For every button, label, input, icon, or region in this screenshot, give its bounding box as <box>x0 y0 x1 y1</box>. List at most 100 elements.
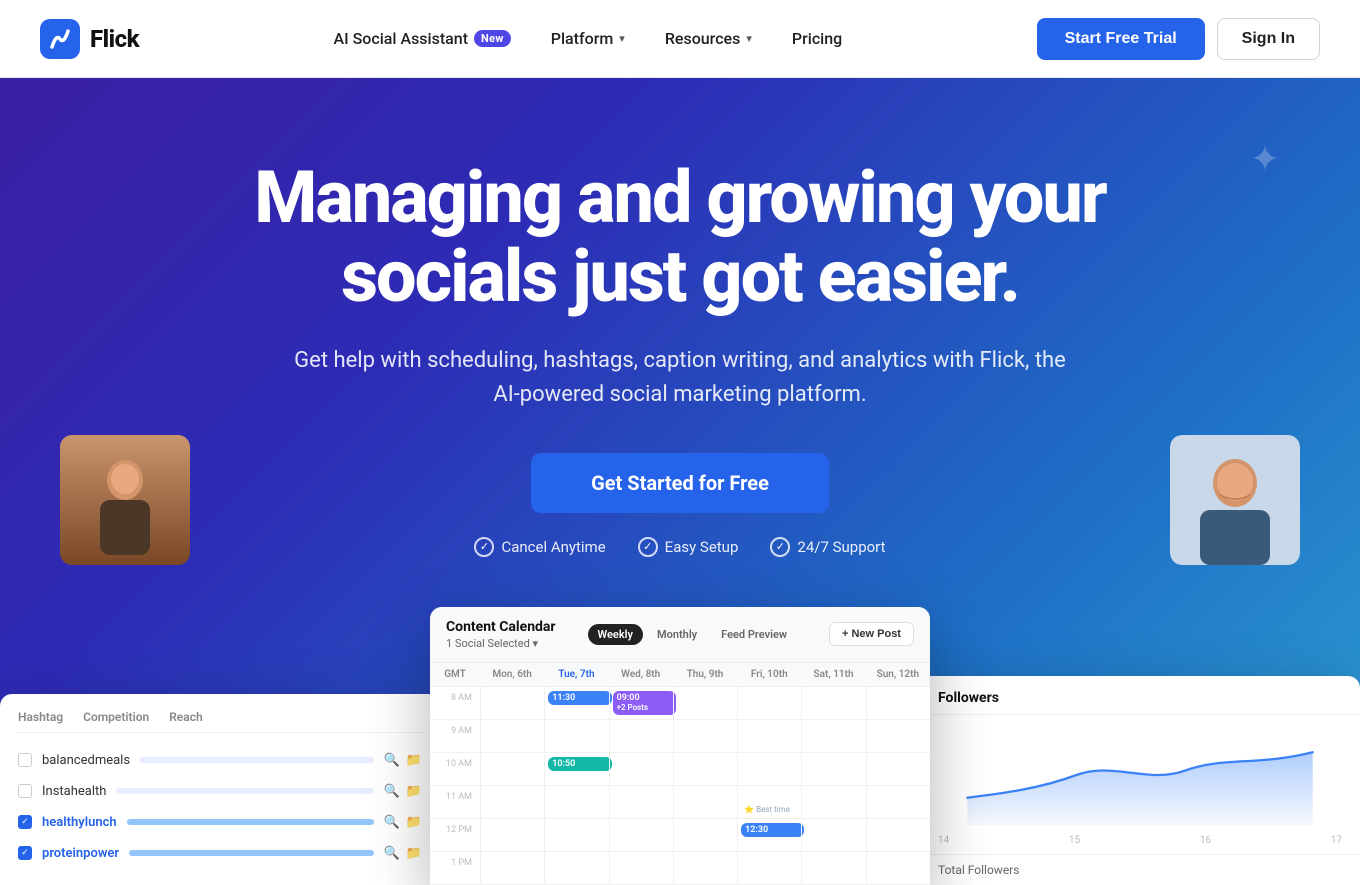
cal-cell-thu-11am <box>673 786 737 818</box>
calendar-tabs: Weekly Monthly Feed Preview <box>588 624 798 645</box>
hashtag-checkbox-3[interactable]: ✓ <box>18 815 32 829</box>
hashtag-bar-4 <box>129 850 374 856</box>
new-badge: New <box>474 30 511 47</box>
nav-label-platform: Platform <box>551 29 614 48</box>
cal-cell-fri-11am: ⭐ Best time <box>737 786 801 818</box>
calendar-topbar: Content Calendar 1 Social Selected ▾ Wee… <box>430 607 930 663</box>
cal-head-mon: Mon, 6th <box>480 663 544 686</box>
hashtag-checkbox-2[interactable] <box>18 784 32 798</box>
cal-time-label-10am: 10 AM <box>430 753 480 785</box>
nav-item-resources[interactable]: Resources ▾ <box>649 21 768 56</box>
cal-event-11-30[interactable]: 11:30 <box>548 691 611 705</box>
cal-event-10-50[interactable]: 10:50 <box>548 757 611 771</box>
cal-time-label-9am: 9 AM <box>430 720 480 752</box>
folder-icon-4[interactable]: 📁 <box>406 846 422 861</box>
hero-screenshots: Hashtag Competition Reach balancedmeals … <box>0 607 1360 885</box>
decorative-cross-icon: ✦ <box>1250 138 1280 180</box>
cal-cell-sun-8am <box>866 687 930 719</box>
search-icon-3[interactable]: 🔍 <box>384 815 400 830</box>
cal-cell-sat-9am <box>801 720 865 752</box>
trust-item-setup: ✓ Easy Setup <box>638 537 739 557</box>
check-icon-cancel: ✓ <box>474 537 494 557</box>
analytics-label-14: 14 <box>938 835 949 846</box>
hero-section: ✦ Managing and growing your socials just… <box>0 78 1360 885</box>
cal-event-12-30[interactable]: 12:30 <box>741 823 804 837</box>
cal-cell-fri-1pm <box>737 852 801 884</box>
cal-cell-fri-12pm[interactable]: 12:30 <box>737 819 801 851</box>
nav-label-resources: Resources <box>665 29 741 48</box>
hashtag-checkbox-1[interactable] <box>18 753 32 767</box>
folder-icon-3[interactable]: 📁 <box>406 815 422 830</box>
hashtag-name-4: proteinpower <box>42 846 119 861</box>
cal-time-row-11am: 11 AM ⭐ Best time <box>430 786 930 819</box>
cal-time-row-12pm: 12 PM 12:30 <box>430 819 930 852</box>
analytics-chart <box>920 715 1360 835</box>
person-left-svg <box>85 445 165 555</box>
trust-item-cancel: ✓ Cancel Anytime <box>474 537 605 557</box>
tab-monthly[interactable]: Monthly <box>647 624 707 645</box>
cal-cell-fri-9am <box>737 720 801 752</box>
cal-cell-mon-9am <box>480 720 544 752</box>
cal-head-gmt: GMT <box>430 663 480 686</box>
cal-time-row-10am: 10 AM 10:50 <box>430 753 930 786</box>
get-started-button[interactable]: Get Started for Free <box>531 453 829 513</box>
person-thumbnail-right <box>1170 435 1300 565</box>
nav-item-platform[interactable]: Platform ▾ <box>535 21 641 56</box>
cal-cell-sat-1pm <box>801 852 865 884</box>
cal-cell-tue-11am <box>544 786 608 818</box>
logo-link[interactable]: Flick <box>40 19 139 59</box>
cal-head-sat: Sat, 11th <box>801 663 865 686</box>
hero-subtitle: Get help with scheduling, hashtags, capt… <box>290 344 1070 412</box>
folder-icon-2[interactable]: 📁 <box>406 784 422 799</box>
search-icon-2[interactable]: 🔍 <box>384 784 400 799</box>
new-post-button[interactable]: + New Post <box>829 622 914 646</box>
search-icon-4[interactable]: 🔍 <box>384 846 400 861</box>
cal-cell-sun-10am <box>866 753 930 785</box>
cal-cell-tue-8am[interactable]: 11:30 <box>544 687 608 719</box>
content-calendar: Content Calendar 1 Social Selected ▾ Wee… <box>430 607 930 885</box>
search-icon-1[interactable]: 🔍 <box>384 753 400 768</box>
cal-event-9-00[interactable]: 09:00+2 Posts <box>613 691 676 715</box>
nav-link-ai-social[interactable]: AI Social Assistant New <box>317 21 526 56</box>
cal-cell-wed-8am[interactable]: 09:00+2 Posts <box>609 687 673 719</box>
trust-label-cancel: Cancel Anytime <box>501 538 605 556</box>
nav-link-pricing[interactable]: Pricing <box>776 21 858 56</box>
hero-title: Managing and growing your socials just g… <box>230 158 1130 316</box>
nav-actions: Start Free Trial Sign In <box>1037 18 1320 60</box>
cal-cell-sat-8am <box>801 687 865 719</box>
person-left-image <box>60 435 190 565</box>
analytics-header: Followers <box>920 676 1360 715</box>
trust-label-support: 24/7 Support <box>797 538 885 556</box>
nav-item-ai-social[interactable]: AI Social Assistant New <box>317 21 526 56</box>
hashtag-name-1: balancedmeals <box>42 753 130 768</box>
calendar-title: Content Calendar <box>446 619 556 635</box>
cal-cell-tue-10am[interactable]: 10:50 <box>544 753 608 785</box>
nav-link-resources[interactable]: Resources ▾ <box>649 21 768 56</box>
cal-cell-sat-10am <box>801 753 865 785</box>
tab-weekly[interactable]: Weekly <box>588 624 643 645</box>
start-free-trial-button[interactable]: Start Free Trial <box>1037 18 1205 60</box>
cal-time-label-11am: 11 AM <box>430 786 480 818</box>
calendar-subtitle: 1 Social Selected ▾ <box>446 637 556 650</box>
folder-icon-1[interactable]: 📁 <box>406 753 422 768</box>
flick-logo-icon <box>40 19 80 59</box>
hashtag-col-hashtag: Hashtag <box>18 710 63 724</box>
cal-cell-tue-1pm <box>544 852 608 884</box>
cal-time-row-8am: 8 AM 11:30 09:00+2 Posts <box>430 687 930 720</box>
check-icon-setup: ✓ <box>638 537 658 557</box>
hashtag-bar-2 <box>116 788 373 794</box>
nav-item-pricing[interactable]: Pricing <box>776 21 858 56</box>
hashtag-checkbox-4[interactable]: ✓ <box>18 846 32 860</box>
sign-in-button[interactable]: Sign In <box>1217 18 1320 60</box>
hashtag-name-2: Instahealth <box>42 784 106 799</box>
nav-link-platform[interactable]: Platform ▾ <box>535 21 641 56</box>
logo-text: Flick <box>90 25 139 53</box>
cal-cell-fri-8am <box>737 687 801 719</box>
trust-item-support: ✓ 24/7 Support <box>770 537 885 557</box>
cal-time-row-9am: 9 AM <box>430 720 930 753</box>
calendar-day-headers: GMT Mon, 6th Tue, 7th Wed, 8th Thu, 9th … <box>430 663 930 687</box>
tab-feed-preview[interactable]: Feed Preview <box>711 624 797 645</box>
hero-trust-bar: ✓ Cancel Anytime ✓ Easy Setup ✓ 24/7 Sup… <box>230 537 1130 557</box>
cal-cell-mon-8am <box>480 687 544 719</box>
cal-cell-thu-1pm <box>673 852 737 884</box>
